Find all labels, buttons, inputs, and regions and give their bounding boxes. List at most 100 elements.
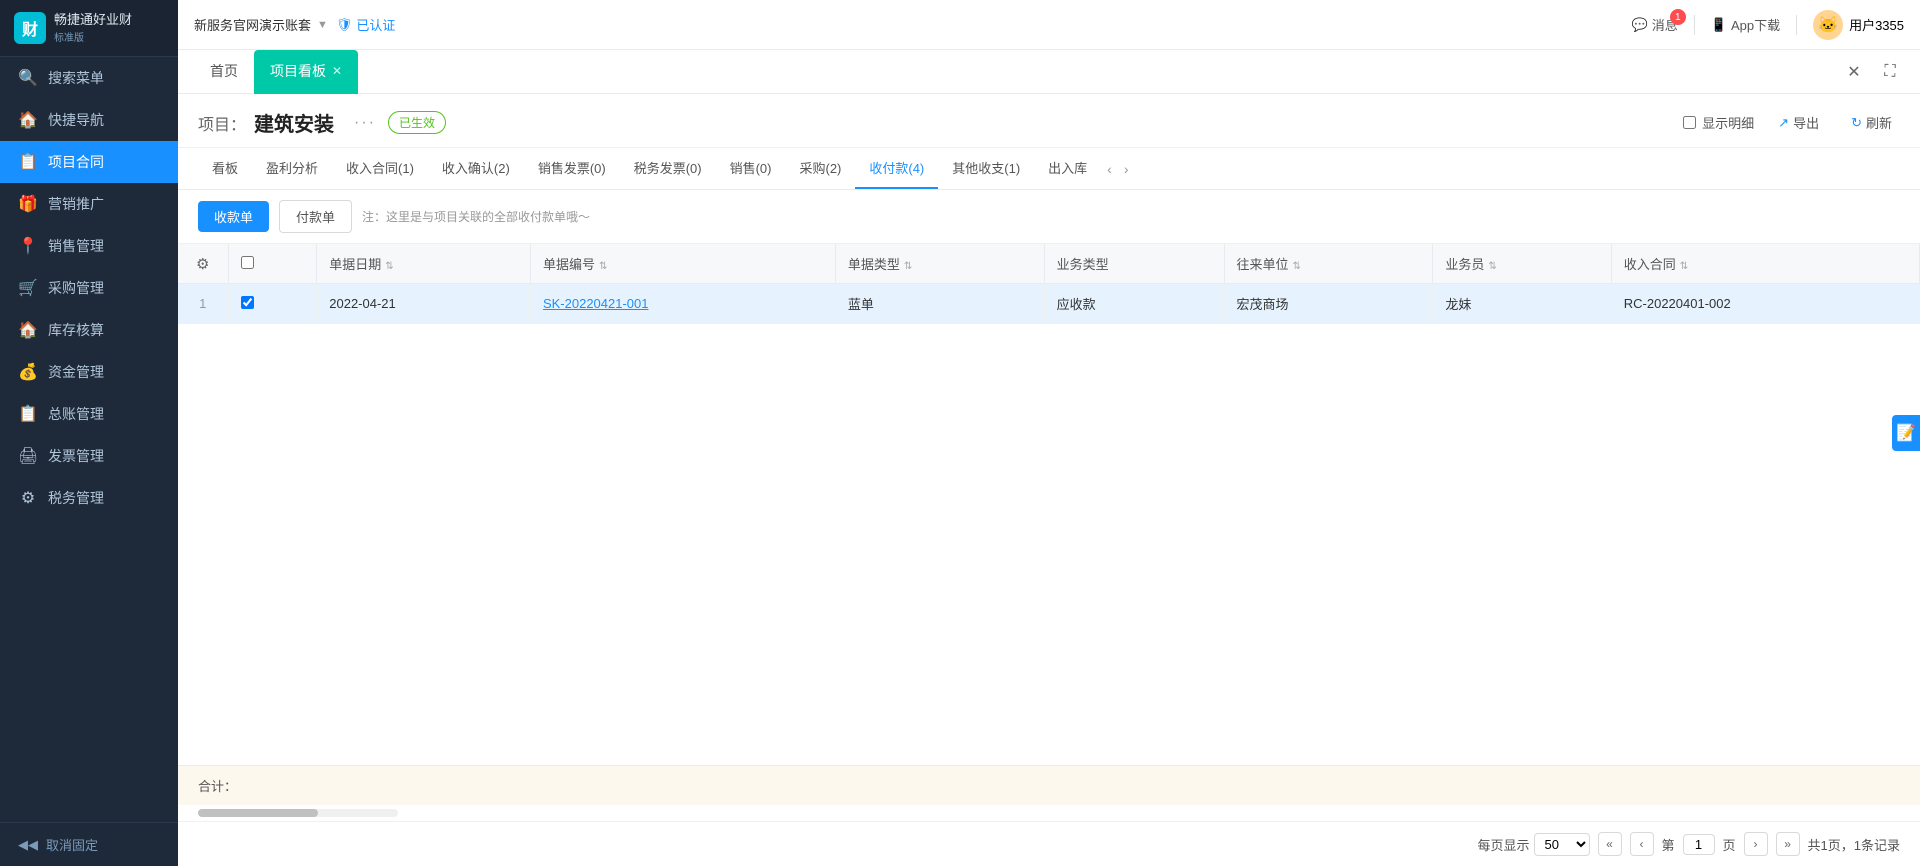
marketing-icon: 🎁 xyxy=(18,194,38,214)
next-page-button[interactable]: › xyxy=(1744,832,1768,856)
finance-icon: 💰 xyxy=(18,362,38,382)
last-page-button[interactable]: » xyxy=(1776,832,1800,856)
col-checkbox[interactable] xyxy=(228,244,317,284)
subnav: 看板 盈利分析 收入合同(1) 收入确认(2) 销售发票(0) 税务发票(0) … xyxy=(178,148,1920,190)
tab-home[interactable]: 首页 xyxy=(194,50,254,94)
sidebar-label-quicknav: 快捷导航 xyxy=(48,110,104,130)
account-select[interactable]: 新服务官网演示账套 ▼ xyxy=(194,15,328,34)
subnav-tab-tax-invoice[interactable]: 税务发票(0) xyxy=(620,148,716,189)
col-salesperson[interactable]: 业务员⇅ xyxy=(1433,244,1611,284)
table-footer: 合计： xyxy=(178,765,1920,805)
row-number-link[interactable]: SK-20220421-001 xyxy=(543,296,649,311)
app-download-button[interactable]: 📱 App下载 xyxy=(1711,15,1780,34)
subnav-tab-sales[interactable]: 销售(0) xyxy=(716,148,786,189)
subnav-tab-other[interactable]: 其他收支(1) xyxy=(938,148,1034,189)
message-badge: 1 xyxy=(1670,9,1686,25)
tab-project-board[interactable]: 项目看板 ✕ xyxy=(254,50,358,94)
refresh-button[interactable]: ↻ 刷新 xyxy=(1843,109,1900,136)
subnav-prev-arrow[interactable]: ‹ xyxy=(1101,153,1118,185)
sidebar-item-finance[interactable]: 💰 资金管理 xyxy=(0,351,178,393)
sidebar-logo: 财 畅捷通好业财 标准版 xyxy=(0,0,178,57)
tab-close-icon[interactable]: ✕ xyxy=(332,64,342,78)
chevron-down-icon: ▼ xyxy=(317,19,328,31)
sidebar-item-contract[interactable]: 📋项目合同 xyxy=(0,141,178,183)
maximize-button[interactable]: ⛶ xyxy=(1876,58,1904,86)
show-detail-checkbox[interactable]: 显示明细 xyxy=(1683,113,1754,132)
main-area: 新服务官网演示账套 ▼ 🛡 已认证 💬 消息 1 📱 App下载 🐱 用 xyxy=(178,0,1920,866)
subnav-tab-sales-invoice[interactable]: 销售发票(0) xyxy=(524,148,620,189)
sidebar-label-contract: 项目合同 xyxy=(48,152,104,172)
page-size-label: 每页显示 xyxy=(1477,835,1529,854)
scrollbar-track[interactable] xyxy=(198,809,398,817)
topbar-left: 新服务官网演示账套 ▼ 🛡 已认证 xyxy=(194,15,1620,34)
row-checkbox[interactable] xyxy=(241,296,254,309)
subnav-tab-kanban[interactable]: 看板 xyxy=(198,148,252,189)
more-options-button[interactable]: ··· xyxy=(354,114,376,132)
payment-bill-button[interactable]: 付款单 xyxy=(279,200,352,233)
sidebar-item-ledger[interactable]: 📋总账管理 xyxy=(0,393,178,435)
first-page-button[interactable]: « xyxy=(1598,832,1622,856)
col-partner[interactable]: 往来单位⇅ xyxy=(1224,244,1433,284)
sidebar-item-marketing[interactable]: 🎁营销推广 xyxy=(0,183,178,225)
subnav-tab-profit[interactable]: 盈利分析 xyxy=(252,148,332,189)
sidebar-scroll: 🔍搜索菜单🏠快捷导航📋项目合同🎁营销推广📍销售管理🛒采购管理🏠库存核算 💰 资金管理… xyxy=(0,57,178,822)
subnav-tab-collection[interactable]: 收付款(4) xyxy=(855,148,938,189)
sidebar: 财 畅捷通好业财 标准版 🔍搜索菜单🏠快捷导航📋项目合同🎁营销推广📍销售管理🛒采… xyxy=(0,0,178,866)
page-size-select: 每页显示 50 100 200 xyxy=(1477,833,1589,856)
sidebar-item-quicknav[interactable]: 🏠快捷导航 xyxy=(0,99,178,141)
sidebar-item-tax[interactable]: ⚙税务管理 xyxy=(0,477,178,519)
subnav-tab-inout[interactable]: 出入库 xyxy=(1034,148,1101,189)
col-number[interactable]: 单据编号⇅ xyxy=(530,244,835,284)
unpin-button[interactable]: ◀◀ 取消固定 xyxy=(0,822,178,866)
col-income-contract[interactable]: 收入合同⇅ xyxy=(1611,244,1919,284)
total-info: 共1页，1条记录 xyxy=(1808,835,1900,854)
subnav-tab-income-contract[interactable]: 收入合同(1) xyxy=(332,148,428,189)
sort-type-icon: ⇅ xyxy=(904,261,912,272)
unpin-icon: ◀◀ xyxy=(18,837,38,853)
subnav-next-arrow[interactable]: › xyxy=(1118,153,1135,185)
settings-icon[interactable]: ⚙ xyxy=(196,256,209,273)
col-date[interactable]: 单据日期⇅ xyxy=(317,244,531,284)
page-number-input[interactable] xyxy=(1683,834,1715,855)
sort-salesperson-icon: ⇅ xyxy=(1488,261,1496,272)
sidebar-item-search[interactable]: 🔍搜索菜单 xyxy=(0,57,178,99)
project-title-prefix: 项目： xyxy=(198,111,246,135)
subtoolbar: 收款单 付款单 注：这里是与项目关联的全部收付款单哦～ xyxy=(178,190,1920,244)
sidebar-item-inventory[interactable]: 🏠库存核算 xyxy=(0,309,178,351)
export-button[interactable]: ↗ 导出 xyxy=(1770,109,1827,136)
message-button[interactable]: 💬 消息 1 xyxy=(1632,15,1678,34)
logo-version: 标准版 xyxy=(54,29,132,44)
sidebar-label-invoice: 发票管理 xyxy=(48,446,104,466)
sidebar-item-purchase[interactable]: 🛒采购管理 xyxy=(0,267,178,309)
prev-page-button[interactable]: ‹ xyxy=(1630,832,1654,856)
sidebar-item-sales[interactable]: 📍销售管理 xyxy=(0,225,178,267)
sidebar-item-invoice[interactable]: 🖨发票管理 xyxy=(0,435,178,477)
user-label: 用户3355 xyxy=(1849,15,1904,34)
sidebar-label-finance: 资金管理 xyxy=(48,362,104,382)
subnav-tab-income-confirm[interactable]: 收入确认(2) xyxy=(428,148,524,189)
row-number-cell: SK-20220421-001 xyxy=(530,284,835,324)
sort-number-icon: ⇅ xyxy=(599,261,607,272)
user-area[interactable]: 🐱 用户3355 xyxy=(1813,10,1904,40)
select-all-checkbox[interactable] xyxy=(241,256,254,269)
row-partner: 宏茂商场 xyxy=(1224,284,1433,324)
row-income-contract: RC-20220401-002 xyxy=(1611,284,1919,324)
certified-label: 已认证 xyxy=(356,15,395,34)
table-body: 1 2022-04-21 SK-20220421-001 蓝单 应收款 宏茂商场… xyxy=(178,284,1920,324)
show-detail-input[interactable] xyxy=(1683,116,1696,129)
tabbar: 首页 项目看板 ✕ ✕ ⛶ xyxy=(178,50,1920,94)
col-type[interactable]: 单据类型⇅ xyxy=(835,244,1044,284)
data-table: ⚙ 单据日期⇅ 单据编号⇅ 单据类型⇅ xyxy=(178,244,1920,324)
row-checkbox-cell[interactable] xyxy=(228,284,317,324)
logo-icon: 财 xyxy=(14,12,46,44)
show-detail-label: 显示明细 xyxy=(1702,113,1754,132)
side-note-button[interactable]: 📝 xyxy=(1892,415,1920,451)
col-settings[interactable]: ⚙ xyxy=(178,244,228,284)
scrollbar-thumb[interactable] xyxy=(198,809,318,817)
logo-text: 畅捷通好业财 xyxy=(54,12,132,29)
tax-icon: ⚙ xyxy=(18,488,38,508)
page-size-dropdown[interactable]: 50 100 200 xyxy=(1534,833,1590,856)
collection-bill-button[interactable]: 收款单 xyxy=(198,201,269,232)
close-window-button[interactable]: ✕ xyxy=(1840,58,1868,86)
subnav-tab-purchase[interactable]: 采购(2) xyxy=(785,148,855,189)
